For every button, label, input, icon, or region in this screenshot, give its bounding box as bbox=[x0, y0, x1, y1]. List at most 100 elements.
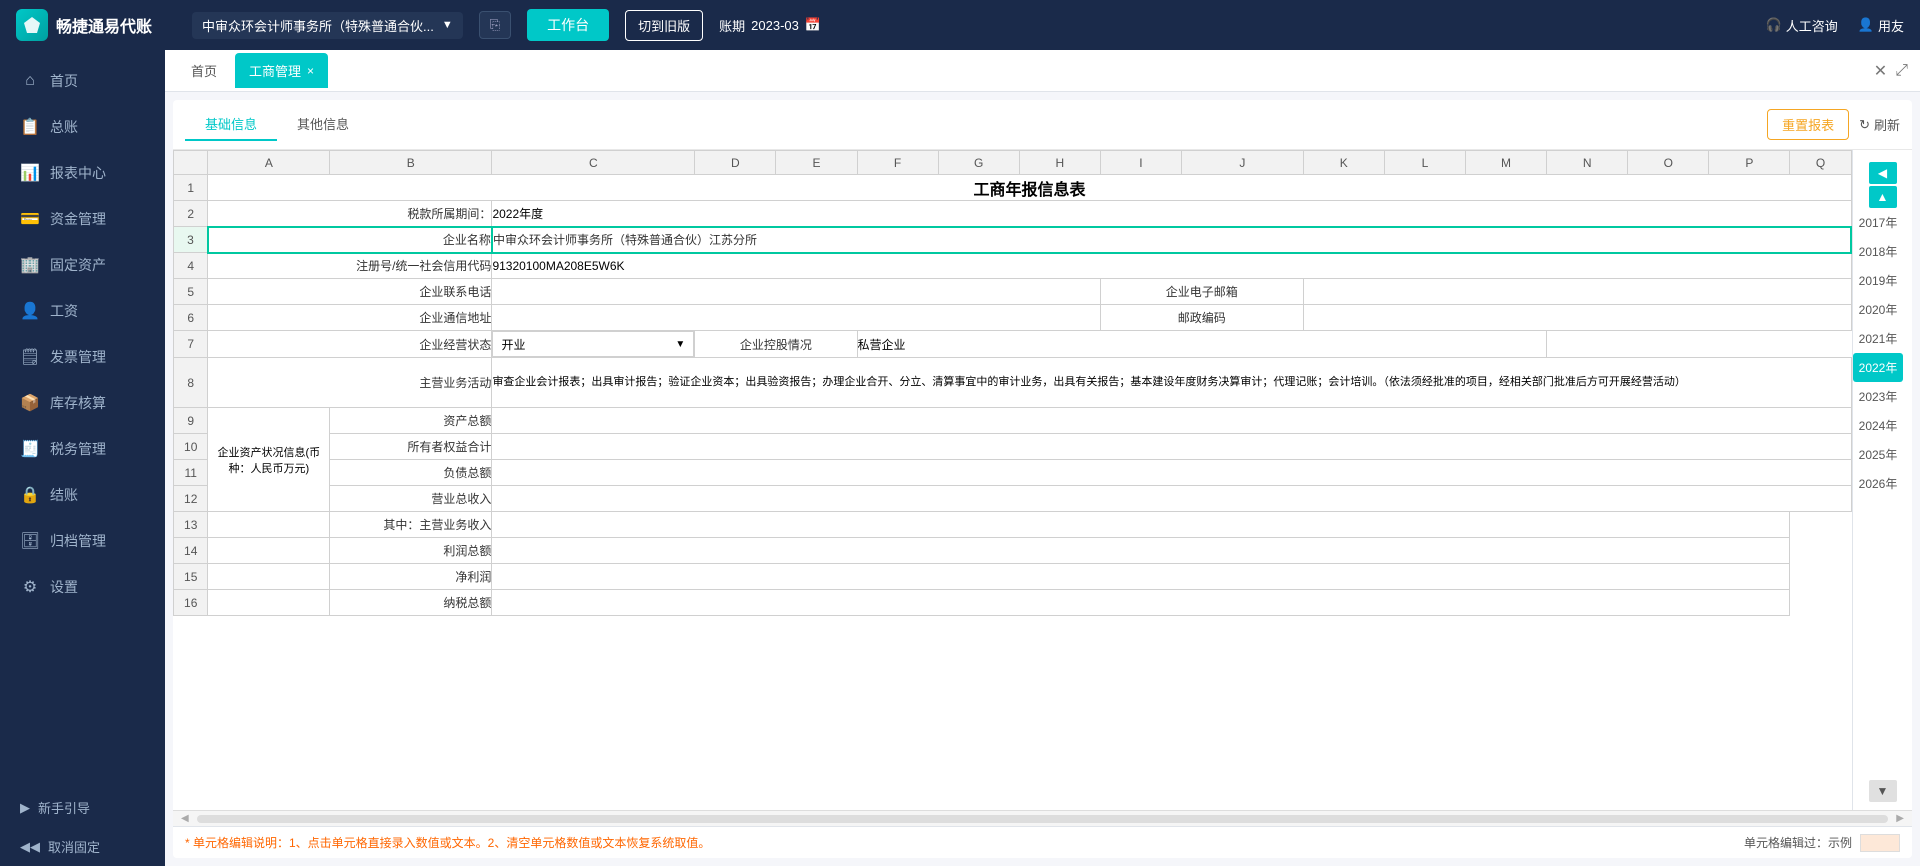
cancel-fixed-btn[interactable]: ◀◀ 取消固定 bbox=[0, 827, 165, 866]
cell-net-profit-label: 净利润 bbox=[330, 564, 492, 590]
row-num-4: 4 bbox=[174, 253, 208, 279]
table-row: 6 企业通信地址 邮政编码 bbox=[174, 305, 1852, 331]
cell-profit-label: 利润总额 bbox=[330, 538, 492, 564]
tab-other-info[interactable]: 其他信息 bbox=[277, 108, 369, 141]
year-item-2026[interactable]: 2026年 bbox=[1853, 469, 1903, 498]
report-icon: 📊 bbox=[20, 163, 40, 183]
bottom-bar: * 单元格编辑说明：1、点击单元格直接录入数值或文本。2、清空单元格数值或文本恢… bbox=[173, 826, 1912, 858]
cell-profit-value[interactable] bbox=[492, 538, 1790, 564]
cell-business-value[interactable]: 审查企业会计报表；出具审计报告；验证企业资本；出具验资报告；办理企业合开、分立、… bbox=[492, 358, 1851, 408]
cell-holding-label: 企业控股情况 bbox=[695, 331, 857, 358]
refresh-icon: ↻ bbox=[1859, 117, 1870, 133]
workbench-button[interactable]: 工作台 bbox=[527, 9, 609, 41]
cell-tax-period-value[interactable]: 2022年度 bbox=[492, 201, 1851, 227]
sidebar-item-fixed-asset[interactable]: 🏢 固定资产 bbox=[0, 242, 165, 288]
cell-revenue-value[interactable] bbox=[492, 486, 1851, 512]
sidebar-item-report-label: 报表中心 bbox=[50, 163, 106, 183]
sidebar-item-home[interactable]: ⌂ 首页 bbox=[0, 58, 165, 104]
tab-home[interactable]: 首页 bbox=[177, 53, 231, 88]
new-guide-btn[interactable]: ▶ 新手引导 bbox=[0, 788, 165, 827]
year-item-2025[interactable]: 2025年 bbox=[1853, 440, 1903, 469]
old-version-button[interactable]: 切到旧版 bbox=[625, 10, 703, 41]
reset-report-btn[interactable]: 重置报表 bbox=[1767, 109, 1849, 140]
col-header-C: C bbox=[492, 151, 695, 175]
h-scroll-bar[interactable]: ◀ ▶ bbox=[173, 810, 1912, 826]
year-panel-up-btn[interactable]: ▲ bbox=[1869, 186, 1897, 208]
cell-status-value[interactable]: 开业▼ bbox=[492, 331, 694, 357]
table-row: 12 营业总收入 bbox=[174, 486, 1852, 512]
sidebar-item-report[interactable]: 📊 报表中心 bbox=[0, 150, 165, 196]
sheet-actions: 重置报表 ↻ 刷新 bbox=[1767, 109, 1900, 140]
col-header-H: H bbox=[1019, 151, 1100, 175]
year-panel-bottom-arrows: ▼ bbox=[1869, 780, 1897, 802]
year-panel-collapse-btn[interactable]: ◀ bbox=[1869, 162, 1897, 184]
cell-business-label: 主营业务活动 bbox=[208, 358, 492, 408]
cell-addr-value[interactable] bbox=[492, 305, 1100, 331]
cell-company-value[interactable]: 中审众环会计师事务所（特殊普通合伙）江苏分所 bbox=[492, 227, 1851, 253]
h-scroll-track[interactable] bbox=[197, 815, 1889, 823]
col-header-B: B bbox=[330, 151, 492, 175]
company-copy-btn[interactable]: ⎘ bbox=[479, 11, 511, 39]
sidebar-item-capital[interactable]: 💳 资金管理 bbox=[0, 196, 165, 242]
h-scroll-right-btn[interactable]: ▶ bbox=[1892, 813, 1908, 824]
expand-window-btn[interactable]: ⤢ bbox=[1895, 62, 1908, 80]
sidebar-item-archive[interactable]: 🗄 归档管理 bbox=[0, 518, 165, 564]
year-item-2020[interactable]: 2020年 bbox=[1853, 295, 1903, 324]
row-num-3: 3 bbox=[174, 227, 208, 253]
close-window-btn[interactable]: ✕ bbox=[1874, 61, 1887, 81]
sidebar-item-tax[interactable]: 🧾 税务管理 bbox=[0, 426, 165, 472]
cell-zip-label: 邮政编码 bbox=[1100, 305, 1303, 331]
cell-email-value[interactable] bbox=[1303, 279, 1851, 305]
year-item-2018[interactable]: 2018年 bbox=[1853, 237, 1903, 266]
cell-revenue-label: 营业总收入 bbox=[330, 486, 492, 512]
table-row: 5 企业联系电话 企业电子邮箱 bbox=[174, 279, 1852, 305]
user-avatar[interactable]: 👤 用友 bbox=[1858, 16, 1904, 35]
grid-container[interactable]: A B C D E F G H I J bbox=[173, 150, 1852, 810]
closing-icon: 🔒 bbox=[20, 485, 40, 505]
cell-liab-value[interactable] bbox=[492, 460, 1851, 486]
cell-holding-value[interactable]: 私营企业 bbox=[857, 331, 1547, 358]
cell-net-profit-value[interactable] bbox=[492, 564, 1790, 590]
year-item-2017[interactable]: 2017年 bbox=[1853, 208, 1903, 237]
tab-business[interactable]: 工商管理 × bbox=[235, 53, 328, 88]
tab-basic-info[interactable]: 基础信息 bbox=[185, 108, 277, 141]
cell-tax-total-value[interactable] bbox=[492, 590, 1790, 616]
year-item-2021[interactable]: 2021年 bbox=[1853, 324, 1903, 353]
cell-reg-value[interactable]: 91320100MA208E5W6K bbox=[492, 253, 1851, 279]
year-item-2022[interactable]: 2022年 bbox=[1853, 353, 1903, 382]
col-header-F: F bbox=[857, 151, 938, 175]
cell-zip-value[interactable] bbox=[1303, 305, 1851, 331]
row-num-1: 1 bbox=[174, 175, 208, 201]
refresh-btn[interactable]: ↻ 刷新 bbox=[1859, 115, 1900, 134]
cell-title[interactable]: 工商年报信息表 bbox=[208, 175, 1851, 201]
content-area: 首页 工商管理 × ✕ ⤢ 基础信息 bbox=[165, 50, 1920, 866]
col-header-N: N bbox=[1547, 151, 1628, 175]
h-scroll-left-btn[interactable]: ◀ bbox=[177, 813, 193, 824]
sidebar-item-settings[interactable]: ⚙ 设置 bbox=[0, 564, 165, 610]
cell-net-profit-spacer bbox=[208, 564, 330, 590]
tab-home-label: 首页 bbox=[191, 64, 217, 79]
sidebar-item-inventory[interactable]: 📦 库存核算 bbox=[0, 380, 165, 426]
year-item-2024[interactable]: 2024年 bbox=[1853, 411, 1903, 440]
cell-main-rev-value[interactable] bbox=[492, 512, 1790, 538]
row-num-9: 9 bbox=[174, 408, 208, 434]
calendar-icon[interactable]: 📅 bbox=[805, 17, 821, 33]
table-row: 16 纳税总额 bbox=[174, 590, 1852, 616]
customer-service-btn[interactable]: 🎧 人工咨询 bbox=[1766, 16, 1838, 35]
row-num-8: 8 bbox=[174, 358, 208, 408]
cell-assets-value[interactable] bbox=[492, 408, 1851, 434]
year-item-2023[interactable]: 2023年 bbox=[1853, 382, 1903, 411]
company-selector[interactable]: 中审众环会计师事务所（特殊普通合伙... ▼ bbox=[192, 12, 463, 39]
sidebar-item-invoice[interactable]: 🗒 发票管理 bbox=[0, 334, 165, 380]
sidebar-item-closing[interactable]: 🔒 结账 bbox=[0, 472, 165, 518]
sidebar-item-ledger[interactable]: 📋 总账 bbox=[0, 104, 165, 150]
cell-equity-value[interactable] bbox=[492, 434, 1851, 460]
table-row: 8 主营业务活动 审查企业会计报表；出具审计报告；验证企业资本；出具验资报告；办… bbox=[174, 358, 1852, 408]
cell-email-label: 企业电子邮箱 bbox=[1100, 279, 1303, 305]
tab-close-btn[interactable]: × bbox=[307, 64, 314, 78]
salary-icon: 👤 bbox=[20, 301, 40, 321]
year-item-2019[interactable]: 2019年 bbox=[1853, 266, 1903, 295]
year-panel-down-btn[interactable]: ▼ bbox=[1869, 780, 1897, 802]
sidebar-item-salary[interactable]: 👤 工资 bbox=[0, 288, 165, 334]
cell-phone-value[interactable] bbox=[492, 279, 1100, 305]
